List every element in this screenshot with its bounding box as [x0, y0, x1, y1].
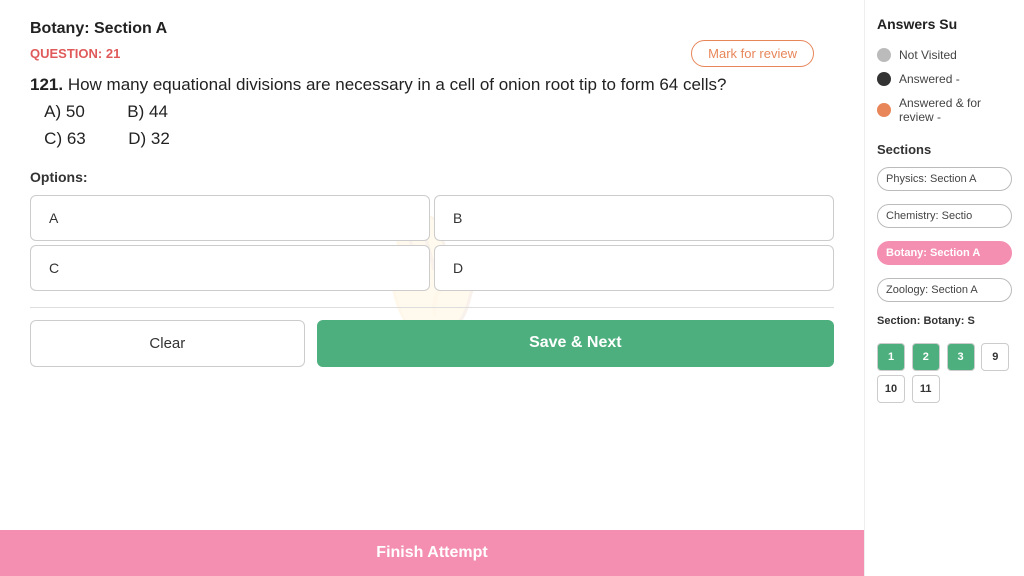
- section-title: Botany: Section A: [30, 20, 834, 38]
- legend-answered: Answered -: [877, 72, 1012, 86]
- section-chemistry-button[interactable]: Chemistry: Sectio: [877, 204, 1012, 228]
- save-next-button[interactable]: Save & Next: [317, 320, 834, 367]
- question-num-3[interactable]: 3: [947, 343, 975, 371]
- answered-review-label: Answered & for review -: [899, 96, 1012, 124]
- answered-label: Answered -: [899, 72, 960, 86]
- answers-summary-title: Answers Su: [877, 16, 1012, 32]
- finish-attempt-button[interactable]: Finish Attempt: [0, 530, 864, 576]
- not-visited-dot: [877, 48, 891, 62]
- current-section-label: Section: Botany: S: [877, 315, 1012, 327]
- question-body: How many equational divisions are necess…: [68, 75, 727, 94]
- question-num-11[interactable]: 11: [912, 375, 940, 403]
- section-zoology-button[interactable]: Zoology: Section A: [877, 278, 1012, 302]
- question-number: 121.: [30, 75, 63, 94]
- question-num-2[interactable]: 2: [912, 343, 940, 371]
- option-a-box[interactable]: A: [30, 195, 430, 241]
- answered-dot: [877, 72, 891, 86]
- options-grid: A B C D: [30, 195, 834, 291]
- section-botany-button[interactable]: Botany: Section A: [877, 241, 1012, 265]
- question-num-1[interactable]: 1: [877, 343, 905, 371]
- not-visited-label: Not Visited: [899, 48, 957, 62]
- sections-title: Sections: [877, 142, 1012, 157]
- question-num-9[interactable]: 9: [981, 343, 1009, 371]
- section-physics-button[interactable]: Physics: Section A: [877, 167, 1012, 191]
- option-c-box[interactable]: C: [30, 245, 430, 291]
- clear-button[interactable]: Clear: [30, 320, 305, 367]
- sidebar: Answers Su Not Visited Answered - Answer…: [864, 0, 1024, 576]
- option-d-box[interactable]: D: [434, 245, 834, 291]
- mark-for-review-button[interactable]: Mark for review: [691, 40, 814, 67]
- legend-not-visited: Not Visited: [877, 48, 1012, 62]
- question-text: 121. How many equational divisions are n…: [30, 71, 834, 153]
- question-num-10[interactable]: 10: [877, 375, 905, 403]
- option-a-text: A) 50 B) 44: [30, 102, 168, 121]
- option-b-box[interactable]: B: [434, 195, 834, 241]
- question-number-grid: 1 2 3 9 10 11: [877, 343, 1012, 403]
- main-panel: ✋ Botany: Section A Mark for review QUES…: [0, 0, 864, 576]
- divider: [30, 307, 834, 308]
- options-label: Options:: [30, 169, 834, 185]
- answered-review-dot: [877, 103, 891, 117]
- action-row: Clear Save & Next: [30, 320, 834, 367]
- legend-answered-review: Answered & for review -: [877, 96, 1012, 124]
- option-c-text: C) 63 D) 32: [30, 129, 170, 148]
